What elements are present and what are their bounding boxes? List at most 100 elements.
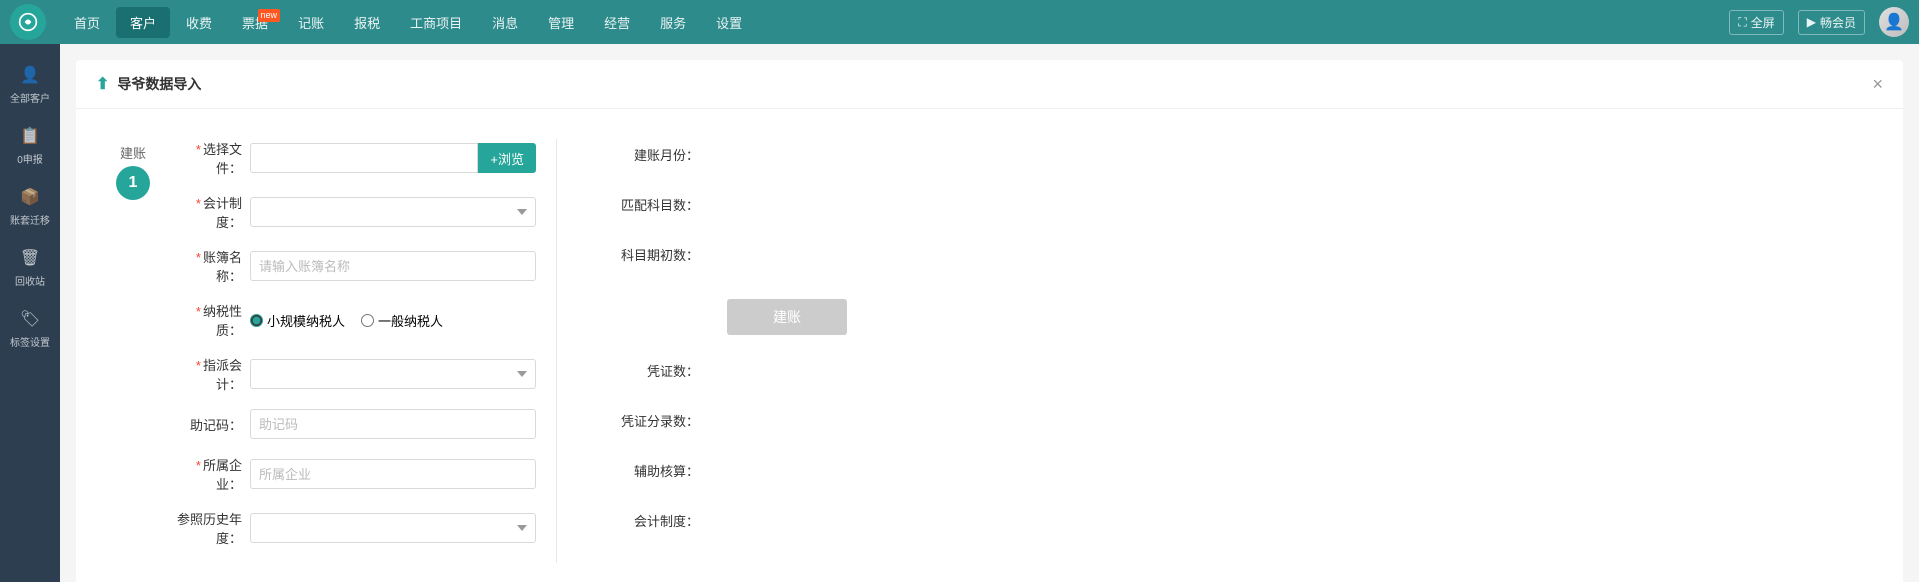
accounting-system-label: *会计制度：: [170, 193, 250, 231]
match-subjects-row: 匹配科目数：: [617, 189, 957, 219]
initial-balance-row: 科目期初数：: [617, 239, 957, 269]
aux-accounting-label: 辅助核算：: [617, 461, 707, 480]
accounting-system-select[interactable]: [250, 197, 536, 227]
section-divider: [556, 139, 557, 563]
nav-item-charge[interactable]: 收费: [172, 7, 226, 38]
nav-item-manage[interactable]: 管理: [534, 7, 588, 38]
company-row: *所属企业：: [170, 455, 536, 493]
sidebar-label-all-clients: 全部客户: [10, 90, 50, 105]
sidebar-item-trash[interactable]: 🗑 回收站: [0, 237, 60, 298]
history-year-label: 参照历史年度：: [170, 509, 250, 547]
build-month-label: 建账月份：: [617, 145, 707, 164]
nav-items: 首页客户收费票据new记账报税工商项目消息管理经营服务设置: [60, 7, 1729, 38]
ledger-name-input[interactable]: [250, 251, 536, 281]
tax-type-radio-group: 小规模纳税人 一般纳税人: [250, 311, 536, 330]
voucher-entries-row: 凭证分录数：: [617, 405, 957, 435]
sidebar-label-declare: 0申报: [17, 151, 43, 166]
radio-general[interactable]: [361, 314, 374, 327]
build-btn-area: 建账: [617, 299, 957, 335]
sidebar-icon-migrate: 📦: [19, 186, 41, 208]
tax-type-row: *纳税性质： 小规模纳税人 一般纳税人: [170, 301, 536, 339]
history-year-row: 参照历史年度：: [170, 509, 536, 547]
browse-button[interactable]: +浏览: [478, 143, 536, 173]
radio-small[interactable]: [250, 314, 263, 327]
nav-item-operation[interactable]: 经营: [590, 7, 644, 38]
nav-item-settings[interactable]: 设置: [702, 7, 756, 38]
form-area: 建账 1 *选择文件： +浏览: [76, 109, 1903, 582]
play-icon: ▶: [1807, 15, 1816, 29]
sidebar-icon-declare: 📋: [19, 125, 41, 147]
nav-item-service[interactable]: 服务: [646, 7, 700, 38]
nav-item-home[interactable]: 首页: [60, 7, 114, 38]
sidebar-icon-trash: 🗑: [19, 247, 41, 269]
tax-type-small[interactable]: 小规模纳税人: [250, 311, 345, 330]
voucher-count-value: [707, 355, 957, 385]
user-avatar[interactable]: 👤: [1879, 7, 1909, 37]
file-row: *选择文件： +浏览: [170, 139, 536, 177]
company-input[interactable]: [250, 459, 536, 489]
assign-accountant-label: *指派会计：: [170, 355, 250, 393]
accounting-system-row: *会计制度：: [170, 193, 536, 231]
voucher-entries-label: 凭证分录数：: [617, 411, 707, 430]
form-fields: *选择文件： +浏览 *会计制度：: [170, 139, 536, 563]
memo-input[interactable]: [250, 409, 536, 439]
step-section: 建账 1 *选择文件： +浏览: [116, 139, 536, 563]
nav-item-ledger[interactable]: 记账: [284, 7, 338, 38]
fullscreen-label: 全屏: [1751, 14, 1775, 31]
sidebar-label-trash: 回收站: [15, 273, 45, 288]
top-nav: 首页客户收费票据new记账报税工商项目消息管理经营服务设置 ⛶ 全屏 ▶ 畅会员…: [0, 0, 1919, 44]
nav-item-message[interactable]: 消息: [478, 7, 532, 38]
initial-balance-label: 科目期初数：: [617, 245, 707, 264]
member-label: 畅会员: [1820, 14, 1856, 31]
badge-invoice: new: [258, 9, 281, 22]
company-label: *所属企业：: [170, 455, 250, 493]
build-month-row: 建账月份：: [617, 139, 957, 169]
tax-type-label: *纳税性质：: [170, 301, 250, 339]
sidebar-label-migrate: 账套迁移: [10, 212, 50, 227]
radio-small-label: 小规模纳税人: [267, 311, 345, 330]
app-logo[interactable]: [10, 4, 46, 40]
right-accounting-system-row: 会计制度：: [617, 505, 957, 535]
sidebar-item-declare[interactable]: 📋 0申报: [0, 115, 60, 176]
import-icon: ⬆: [96, 74, 109, 94]
assign-accountant-select[interactable]: [250, 359, 536, 389]
memo-row: 助记码：: [170, 409, 536, 439]
voucher-count-row: 凭证数：: [617, 355, 957, 385]
aux-accounting-value: [707, 455, 957, 485]
sidebar-item-all-clients[interactable]: 👤 全部客户: [0, 54, 60, 115]
nav-right: ⛶ 全屏 ▶ 畅会员 👤: [1729, 7, 1909, 37]
panel: ⬆ 导爷数据导入 × 建账 1 *选择文件：: [76, 60, 1903, 582]
memo-label: 助记码：: [170, 415, 250, 434]
build-month-value: [707, 139, 957, 169]
file-input[interactable]: [250, 143, 478, 173]
fullscreen-icon: ⛶: [1738, 15, 1746, 30]
match-subjects-value: [707, 189, 957, 219]
file-label: *选择文件：: [170, 139, 250, 177]
match-subjects-label: 匹配科目数：: [617, 195, 707, 214]
ledger-name-row: *账簿名称：: [170, 247, 536, 285]
close-button[interactable]: ×: [1872, 74, 1883, 95]
history-year-select[interactable]: [250, 513, 536, 543]
main-layout: 👤 全部客户 📋 0申报 📦 账套迁移 🗑 回收站 🏷标签设置 ⬆ 导爷数据导入 × 建账 1: [0, 44, 1919, 582]
nav-item-customer[interactable]: 客户: [116, 7, 170, 38]
initial-balance-value: [707, 239, 957, 269]
build-button[interactable]: 建账: [727, 299, 847, 335]
right-accounting-system-value: [707, 505, 957, 535]
right-accounting-system-label: 会计制度：: [617, 511, 707, 530]
nav-item-industry[interactable]: 工商项目: [396, 7, 476, 38]
ledger-name-label: *账簿名称：: [170, 247, 250, 285]
nav-item-invoice[interactable]: 票据new: [228, 7, 282, 38]
sidebar-item-migrate[interactable]: 📦 账套迁移: [0, 176, 60, 237]
step-label: 建账 1: [116, 143, 150, 200]
sidebar-item-tags[interactable]: 🏷标签设置: [0, 298, 60, 359]
assign-accountant-row: *指派会计：: [170, 355, 536, 393]
fullscreen-btn[interactable]: ⛶ 全屏: [1729, 10, 1783, 35]
sidebar: 👤 全部客户 📋 0申报 📦 账套迁移 🗑 回收站 🏷标签设置: [0, 44, 60, 582]
nav-item-tax[interactable]: 报税: [340, 7, 394, 38]
tax-type-general[interactable]: 一般纳税人: [361, 311, 443, 330]
sidebar-label-tags: 标签设置: [10, 334, 50, 349]
panel-header: ⬆ 导爷数据导入: [76, 60, 1903, 109]
sidebar-icon-all-clients: 👤: [19, 64, 41, 86]
member-btn[interactable]: ▶ 畅会员: [1798, 10, 1865, 35]
step-text: 建账: [120, 143, 146, 162]
